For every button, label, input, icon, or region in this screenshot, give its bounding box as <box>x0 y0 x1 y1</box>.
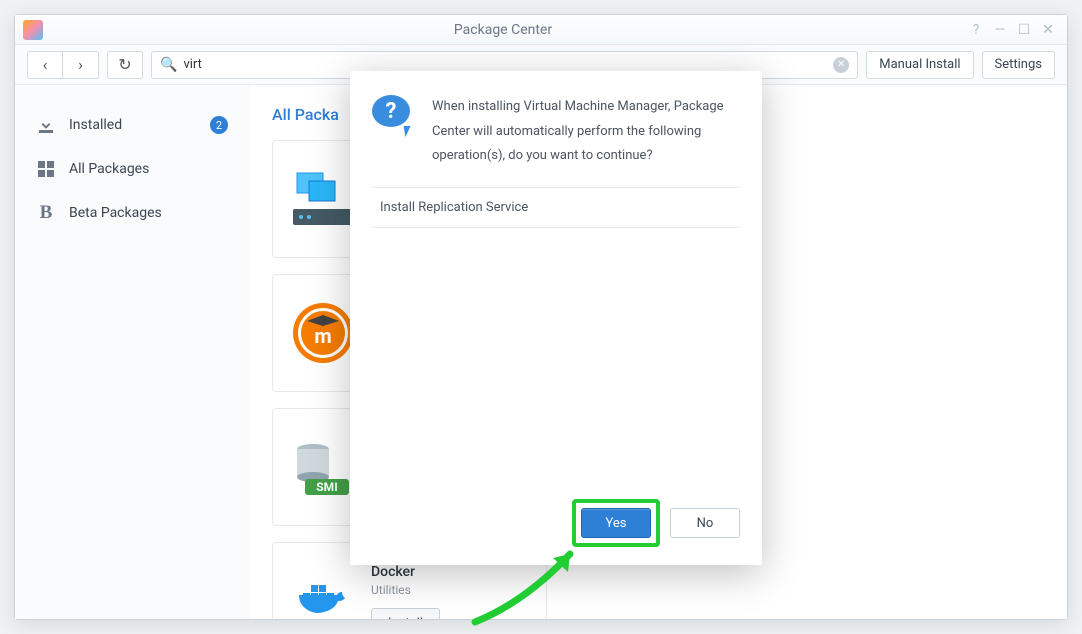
sidebar-item-label: Beta Packages <box>69 205 162 221</box>
settings-button[interactable]: Settings <box>982 51 1055 79</box>
app-icon <box>23 20 43 40</box>
minimize-icon[interactable]: — <box>989 19 1011 41</box>
badge-count: 2 <box>210 116 228 134</box>
package-center-window: Package Center ? — ☐ ✕ ‹ › ↻ 🔍 ✕ Manual … <box>14 14 1068 620</box>
download-icon <box>37 116 55 134</box>
package-category: Utilities <box>371 583 528 597</box>
back-button[interactable]: ‹ <box>27 51 63 79</box>
beta-icon: B <box>37 204 55 222</box>
nav-group: ‹ › <box>27 51 99 79</box>
package-name: Docker <box>371 564 528 580</box>
refresh-icon: ↻ <box>118 55 131 74</box>
sidebar-item-all-packages[interactable]: All Packages <box>15 147 250 191</box>
sidebar-item-label: All Packages <box>69 161 149 177</box>
install-button[interactable]: Install <box>371 608 440 619</box>
clear-search-icon[interactable]: ✕ <box>833 57 849 73</box>
grid-icon <box>37 160 55 178</box>
moodle-icon: m <box>291 301 355 365</box>
question-icon: ? <box>372 95 416 133</box>
yes-button[interactable]: Yes <box>581 508 651 538</box>
forward-button[interactable]: › <box>63 51 99 79</box>
dialog-message: When installing Virtual Machine Manager,… <box>432 95 740 169</box>
confirm-dialog: ? When installing Virtual Machine Manage… <box>350 71 762 565</box>
package-info: Docker Utilities Install <box>371 564 528 619</box>
dialog-header: ? When installing Virtual Machine Manage… <box>372 95 740 169</box>
sidebar-item-installed[interactable]: Installed 2 <box>15 103 250 147</box>
sidebar-item-beta-packages[interactable]: B Beta Packages <box>15 191 250 235</box>
no-button[interactable]: No <box>670 508 740 538</box>
chevron-left-icon: ‹ <box>43 55 48 74</box>
manual-install-button[interactable]: Manual Install <box>866 51 973 79</box>
svg-text:SMI: SMI <box>316 480 337 494</box>
refresh-button[interactable]: ↻ <box>107 51 143 79</box>
search-icon: 🔍 <box>160 57 177 73</box>
maximize-icon[interactable]: ☐ <box>1013 19 1035 41</box>
highlight-annotation: Yes <box>572 499 660 547</box>
dialog-operation: Install Replication Service <box>372 187 740 228</box>
close-icon[interactable]: ✕ <box>1037 19 1059 41</box>
sidebar: Installed 2 All Packages B Beta Packages <box>15 85 250 619</box>
smi-icon: SMI <box>291 435 355 499</box>
titlebar: Package Center ? — ☐ ✕ <box>15 15 1067 45</box>
chevron-right-icon: › <box>78 55 83 74</box>
docker-icon <box>291 569 355 619</box>
search-input[interactable] <box>183 57 827 72</box>
window-title: Package Center <box>43 22 963 38</box>
vmm-icon <box>291 167 355 231</box>
sidebar-item-label: Installed <box>69 117 122 133</box>
dialog-footer: Yes No <box>372 499 740 547</box>
svg-text:m: m <box>314 324 331 348</box>
help-icon[interactable]: ? <box>965 19 987 41</box>
